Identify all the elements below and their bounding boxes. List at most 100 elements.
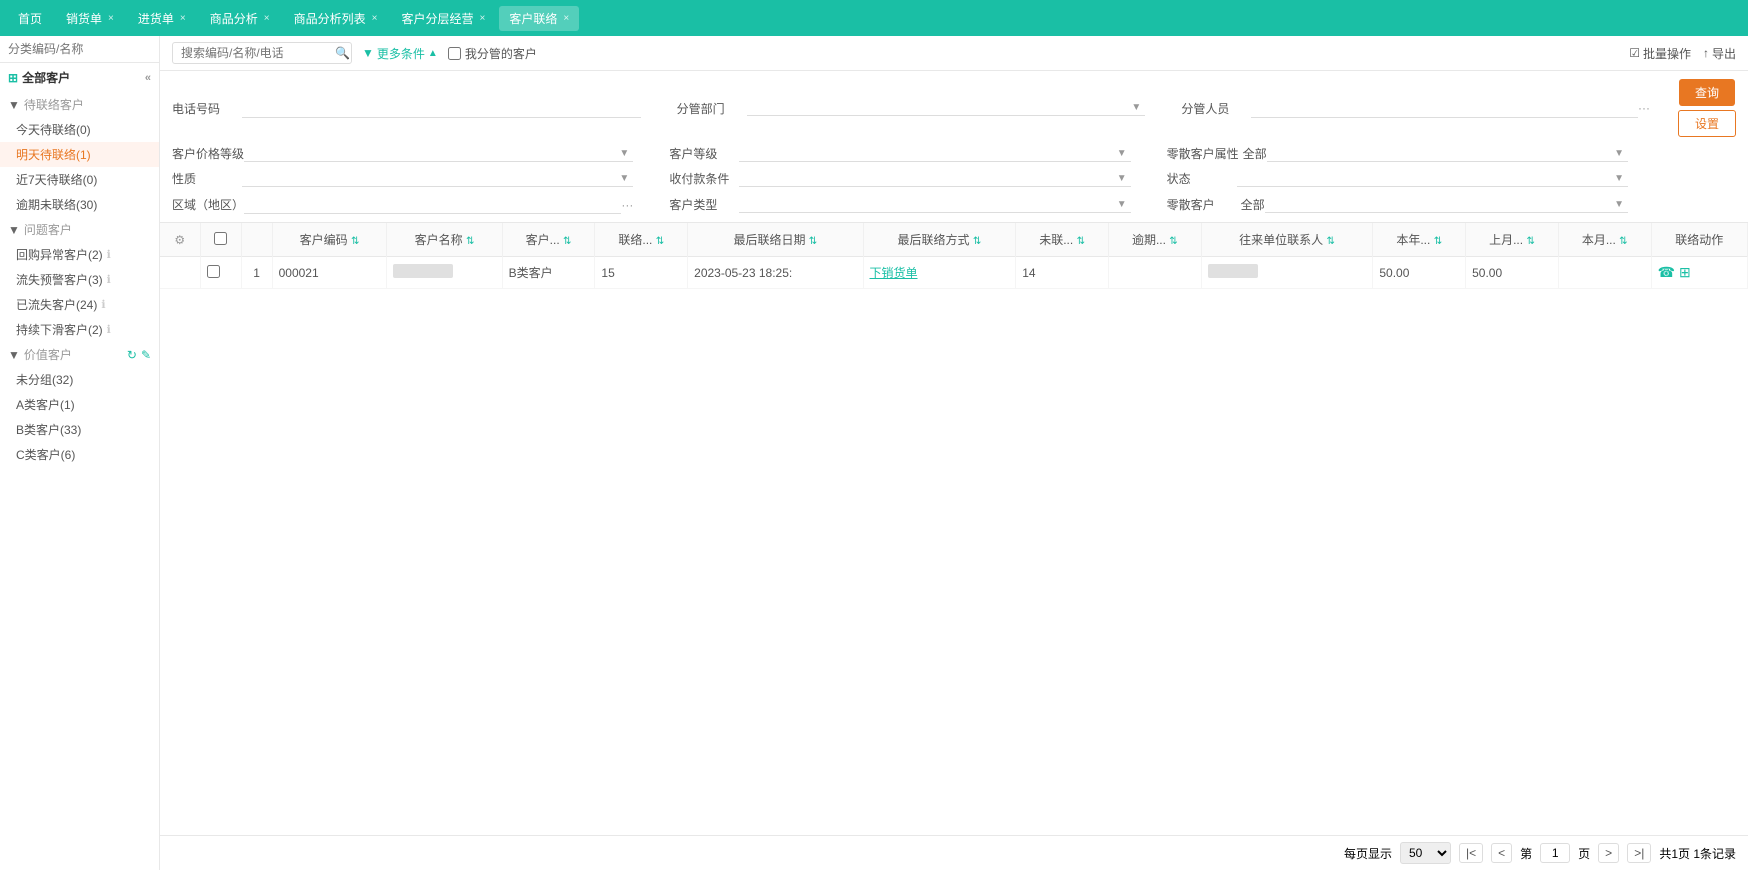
sidebar-item-ungrouped[interactable]: 未分组(32) (0, 367, 159, 392)
col-overdue: 逾期... ⇅ (1108, 223, 1201, 257)
sidebar-search-input[interactable] (8, 42, 160, 56)
my-customers-checkbox-label[interactable]: 我分管的客户 (448, 45, 537, 62)
nav-customer-contact[interactable]: 客户联络 × (499, 6, 579, 31)
filter-status-select[interactable]: ▼ (1237, 171, 1628, 187)
filter-phone-input[interactable] (242, 99, 641, 118)
col-name-sort[interactable]: ⇅ (466, 236, 474, 247)
nav-home[interactable]: 首页 (8, 6, 52, 31)
checkbox-icon: ☑ (1629, 46, 1640, 60)
filter-person-label: 分管人员 (1181, 100, 1251, 117)
settings-icon[interactable]: ⚙ (174, 233, 185, 247)
nav-goods-analysis-list-close[interactable]: × (372, 13, 378, 24)
sidebar-item-7days[interactable]: 近7天待联络(0) (0, 167, 159, 192)
col-past-unit-contact-sort[interactable]: ⇅ (1327, 236, 1335, 247)
sidebar-item-lost[interactable]: 流失预警客户(3) ℹ (0, 267, 159, 292)
last-page-btn[interactable]: >| (1627, 843, 1651, 863)
filter-price-level-select[interactable]: ▼ (244, 146, 633, 162)
nav-customer-tier-close[interactable]: × (479, 13, 485, 24)
nav-goods-analysis-list[interactable]: 商品分析列表 × (284, 6, 388, 31)
person-ellipsis-btn[interactable]: ··· (1638, 101, 1650, 115)
col-last-contact-date: 最后联络日期 ⇅ (688, 223, 863, 257)
filter-price-level: 客户价格等级 ▼ (172, 145, 633, 162)
per-page-select[interactable]: 50 10 20 100 (1400, 842, 1451, 864)
nav-sales-close[interactable]: × (108, 13, 114, 24)
filter-phone: 电话号码 (172, 99, 641, 118)
search-input[interactable] (181, 46, 331, 60)
top-navigation: 首页 销货单 × 进货单 × 商品分析 × 商品分析列表 × 客户分层经营 × … (0, 0, 1748, 36)
filter-customer-level-select[interactable]: ▼ (739, 146, 1130, 162)
col-last-contact-method-sort[interactable]: ⇅ (973, 236, 981, 247)
sidebar-item-continue-down[interactable]: 持续下滑客户(2) ℹ (0, 317, 159, 342)
row-not-contacted: 14 (1016, 257, 1109, 289)
sidebar-item-b-class[interactable]: B类客户(33) (0, 417, 159, 442)
sidebar-group-problem: ▼ 问题客户 (0, 217, 159, 242)
sidebar-item-repurchase-abnormal[interactable]: 回购异常客户(2) ℹ (0, 242, 159, 267)
page-num-input[interactable] (1540, 843, 1570, 863)
col-last-month: 上月... ⇅ (1466, 223, 1559, 257)
phone-action-icon[interactable]: ☎ (1658, 264, 1675, 281)
grid-action-icon[interactable]: ⊞ (1679, 264, 1691, 281)
col-customer-type-sort[interactable]: ⇅ (563, 236, 571, 247)
sidebar-collapse-icon[interactable]: « (145, 72, 151, 84)
filter-person: 分管人员 ··· (1181, 99, 1650, 118)
col-checkbox (200, 223, 241, 257)
row-select-checkbox[interactable] (207, 265, 220, 278)
filter-status-label: 状态 (1167, 170, 1237, 187)
my-customers-checkbox[interactable] (448, 47, 461, 60)
nav-purchase-close[interactable]: × (180, 13, 186, 24)
col-contact-sort[interactable]: ⇅ (656, 236, 664, 247)
sidebar-item-c-class[interactable]: C类客户(6) (0, 442, 159, 467)
select-all-checkbox[interactable] (214, 232, 227, 245)
filter-region-input[interactable] (244, 195, 621, 214)
col-last-month-label: 上月... (1489, 233, 1523, 247)
region-ellipsis-btn[interactable]: ··· (621, 198, 633, 212)
col-last-contact-date-sort[interactable]: ⇅ (809, 236, 817, 247)
sidebar-value-arrow: ▼ (8, 348, 20, 362)
next-page-btn[interactable]: > (1598, 843, 1619, 863)
export-btn[interactable]: ↑ 导出 (1703, 45, 1736, 62)
filter-nature-select[interactable]: ▼ (242, 171, 633, 187)
filter-nature-label: 性质 (172, 170, 242, 187)
filter-person-input[interactable] (1251, 99, 1638, 118)
filter-retail-customer-select[interactable]: ▼ (1265, 197, 1628, 213)
nav-customer-tier[interactable]: 客户分层经营 × (391, 6, 495, 31)
sidebar-problem-arrow: ▼ (8, 223, 20, 237)
col-past-unit-contact: 往来单位联系人 ⇅ (1201, 223, 1373, 257)
filter-dept: 分管部门 ▼ (677, 100, 1146, 117)
sidebar-pending-arrow: ▼ (8, 98, 20, 112)
batch-op-btn[interactable]: ☑ 批量操作 (1629, 45, 1691, 62)
nav-sales[interactable]: 销货单 × (56, 6, 124, 31)
value-refresh-icon[interactable]: ↻ (127, 348, 137, 362)
sidebar-item-today[interactable]: 今天待联络(0) (0, 117, 159, 142)
col-this-month-sort[interactable]: ⇅ (1619, 236, 1627, 247)
nav-customer-contact-close[interactable]: × (563, 13, 569, 24)
filter-customer-type-select[interactable]: ▼ (739, 197, 1130, 213)
col-last-month-sort[interactable]: ⇅ (1526, 236, 1534, 247)
search-icon[interactable]: 🔍 (335, 46, 350, 60)
filter-retail-attr-select[interactable]: ▼ (1267, 146, 1628, 162)
prev-page-btn[interactable]: < (1491, 843, 1512, 863)
first-page-btn[interactable]: |< (1459, 843, 1483, 863)
sidebar-item-tomorrow[interactable]: 明天待联络(1) (0, 142, 159, 167)
filter-dept-select[interactable]: ▼ (747, 100, 1146, 116)
sidebar-item-already-lost[interactable]: 已流失客户(24) ℹ (0, 292, 159, 317)
set-button[interactable]: 设置 (1678, 110, 1736, 137)
sidebar-all-customers[interactable]: ⊞ 全部客户 « (0, 63, 159, 92)
last-contact-method-link[interactable]: 下销货单 (870, 266, 918, 280)
filter-arrow-icon: ▲ (428, 48, 438, 59)
col-overdue-sort[interactable]: ⇅ (1169, 236, 1177, 247)
filter-payment-select[interactable]: ▼ (739, 171, 1130, 187)
col-not-contacted-sort[interactable]: ⇅ (1077, 236, 1085, 247)
query-button[interactable]: 查询 (1679, 79, 1735, 106)
col-this-year-sort[interactable]: ⇅ (1434, 236, 1442, 247)
more-filter-btn[interactable]: ▼ 更多条件 ▲ (362, 45, 438, 62)
nav-purchase[interactable]: 进货单 × (128, 6, 196, 31)
nav-goods-analysis-close[interactable]: × (264, 13, 270, 24)
nav-goods-analysis[interactable]: 商品分析 × (200, 6, 280, 31)
col-code-sort[interactable]: ⇅ (351, 236, 359, 247)
sidebar-item-overdue[interactable]: 逾期未联络(30) (0, 192, 159, 217)
filter-customer-level-label: 客户等级 (669, 145, 739, 162)
value-edit-icon[interactable]: ✎ (141, 348, 151, 362)
filter-customer-type: 客户类型 ▼ (669, 196, 1130, 213)
sidebar-item-a-class[interactable]: A类客户(1) (0, 392, 159, 417)
